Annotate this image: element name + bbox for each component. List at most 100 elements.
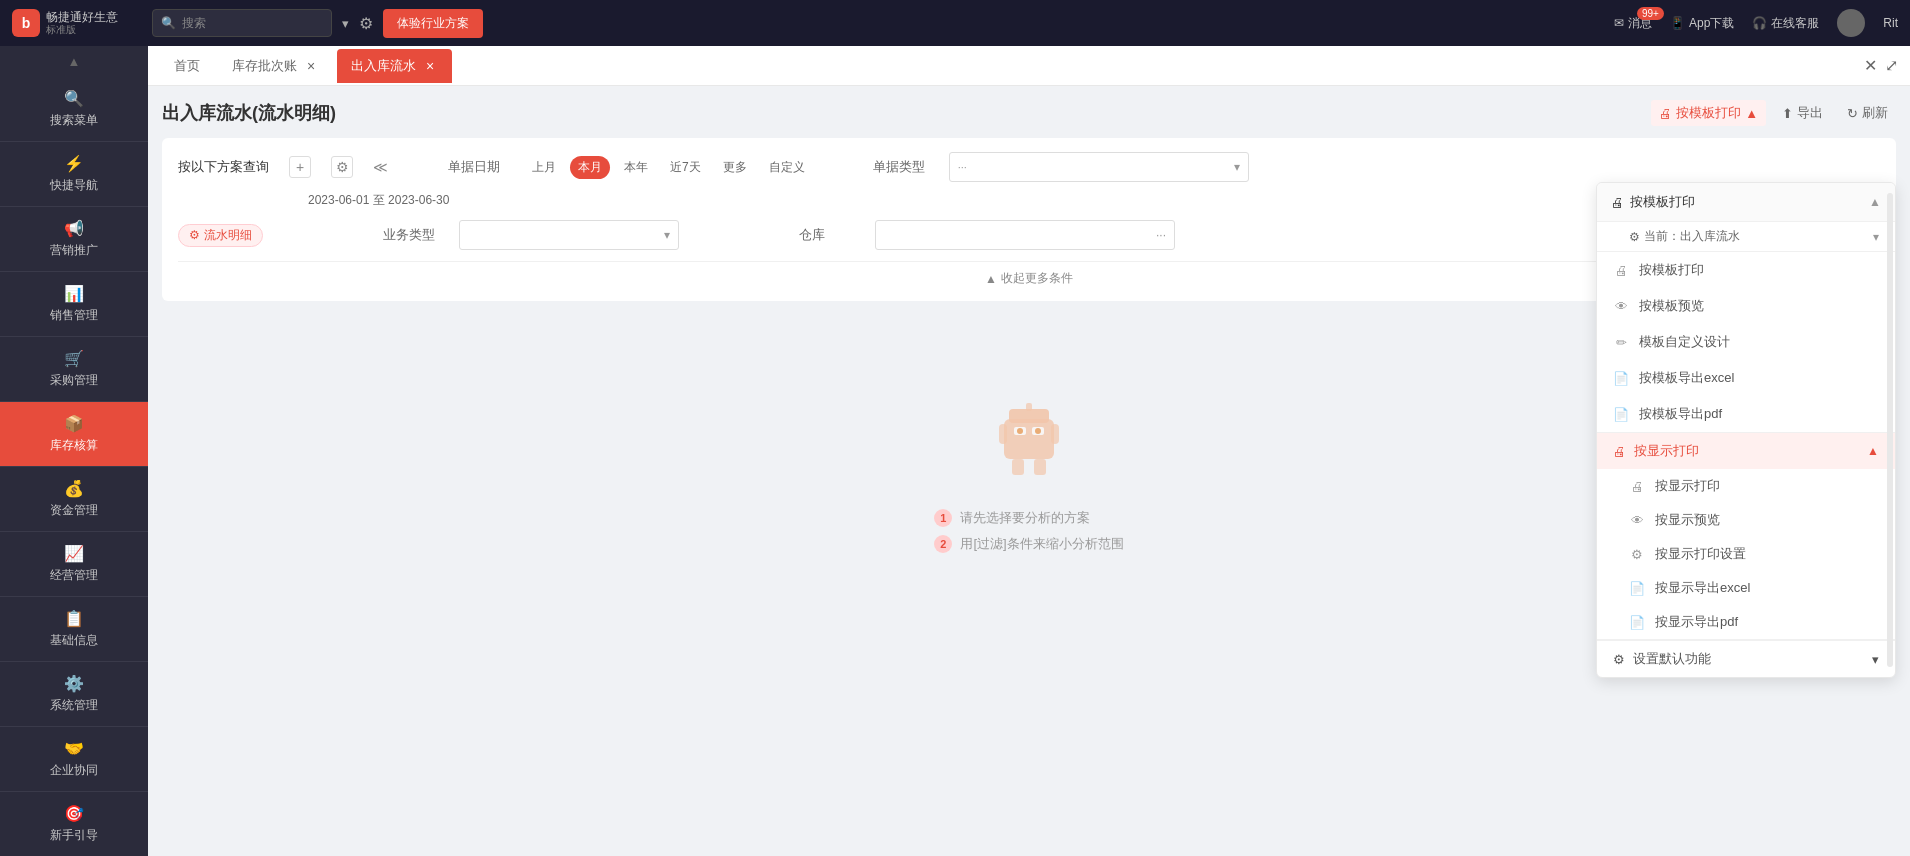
doc-type-select[interactable]: ··· ▾ bbox=[949, 152, 1249, 182]
sidebar-item-newbie[interactable]: 🎯 新手引导 bbox=[0, 792, 148, 856]
filter-settings-button[interactable]: ⚙ bbox=[331, 156, 353, 178]
display-section-arrow: ▲ bbox=[1867, 444, 1879, 458]
finance-icon: 💰 bbox=[64, 479, 84, 498]
dropdown-item-display-pdf[interactable]: 📄 按显示导出pdf bbox=[1597, 605, 1895, 639]
filter-add-button[interactable]: + bbox=[289, 156, 311, 178]
template-print-item-icon: 🖨 bbox=[1613, 262, 1629, 278]
header-search-box[interactable]: 🔍 搜索 bbox=[152, 9, 332, 37]
sidebar-item-system[interactable]: ⚙️ 系统管理 bbox=[0, 662, 148, 727]
date-tab-last-month[interactable]: 上月 bbox=[524, 156, 564, 179]
dropdown-item-display-excel[interactable]: 📄 按显示导出excel bbox=[1597, 571, 1895, 605]
svg-rect-0 bbox=[1004, 419, 1054, 459]
username-label: Rit bbox=[1883, 16, 1898, 30]
filter-collapse-button[interactable]: ≪ bbox=[373, 159, 388, 175]
online-service-button[interactable]: 🎧 在线客服 bbox=[1752, 15, 1819, 32]
collapse-more-button[interactable]: ▲ 收起更多条件 bbox=[985, 270, 1073, 287]
printer-icon: 🖨 bbox=[1659, 106, 1672, 121]
display-preview-icon: 👁 bbox=[1629, 512, 1645, 528]
dropdown-item-template-pdf[interactable]: 📄 按模板导出pdf bbox=[1597, 396, 1895, 432]
sidebar-item-sales[interactable]: 📊 销售管理 bbox=[0, 272, 148, 337]
business-type-select[interactable]: ▾ bbox=[459, 220, 679, 250]
date-field-label: 单据日期 bbox=[448, 158, 504, 176]
sidebar-item-purchase[interactable]: 🛒 采购管理 bbox=[0, 337, 148, 402]
export-button[interactable]: ⬆ 导出 bbox=[1774, 100, 1831, 126]
svg-rect-4 bbox=[1026, 403, 1032, 411]
dropdown-scrollbar[interactable] bbox=[1887, 193, 1893, 667]
marketing-icon: 📢 bbox=[64, 219, 84, 238]
quick-nav-icon: ⚡ bbox=[64, 154, 84, 173]
content-area: 首页 库存批次账 × 出入库流水 × ✕ ⤢ 出入库流水(流水明细) bbox=[148, 46, 1910, 856]
dropdown-item-display-print[interactable]: 🖨 按显示打印 bbox=[1597, 469, 1895, 503]
template-custom-icon: ✏ bbox=[1613, 334, 1629, 350]
header-settings-icon[interactable]: ⚙ bbox=[359, 14, 373, 33]
date-tab-this-month[interactable]: 本月 bbox=[570, 156, 610, 179]
template-print-button[interactable]: 🖨 按模板打印 ▲ bbox=[1651, 100, 1766, 126]
dropdown-set-default-button[interactable]: ⚙ 设置默认功能 ▾ bbox=[1597, 641, 1895, 677]
tab-close-all-icon[interactable]: ✕ bbox=[1864, 56, 1877, 75]
dropdown-section-display-header[interactable]: 🖨 按显示打印 ▲ bbox=[1597, 433, 1895, 469]
doc-type-label: 单据类型 bbox=[873, 158, 929, 176]
message-button[interactable]: ✉ 消息 99+ bbox=[1614, 15, 1652, 32]
date-tab-custom[interactable]: 自定义 bbox=[761, 156, 813, 179]
sidebar-item-marketing[interactable]: 📢 营销推广 bbox=[0, 207, 148, 272]
sidebar-scroll-up[interactable]: ▲ bbox=[0, 46, 148, 77]
warehouse-label: 仓库 bbox=[799, 226, 855, 244]
dropdown-item-display-preview[interactable]: 👁 按显示预览 bbox=[1597, 503, 1895, 537]
dropdown-item-template-print[interactable]: 🖨 按模板打印 bbox=[1597, 252, 1895, 288]
warehouse-select[interactable]: ··· bbox=[875, 220, 1175, 250]
refresh-button[interactable]: ↻ 刷新 bbox=[1839, 100, 1896, 126]
dropdown-item-template-custom[interactable]: ✏ 模板自定义设计 bbox=[1597, 324, 1895, 360]
date-tab-more[interactable]: 更多 bbox=[715, 156, 755, 179]
phone-icon: 📱 bbox=[1670, 16, 1685, 30]
dropdown-current-label: ⚙ 当前：出入库流水 ▾ bbox=[1597, 222, 1895, 251]
sidebar-item-inventory[interactable]: 📦 库存核算 bbox=[0, 402, 148, 467]
sidebar-item-basic-info[interactable]: 📋 基础信息 bbox=[0, 597, 148, 662]
refresh-icon: ↻ bbox=[1847, 106, 1858, 121]
sidebar-item-finance[interactable]: 💰 资金管理 bbox=[0, 467, 148, 532]
empty-steps: 1 请先选择要分析的方案 2 用[过滤]条件来缩小分析范围 bbox=[934, 509, 1123, 553]
search-icon: 🔍 bbox=[161, 16, 176, 30]
svg-rect-7 bbox=[1012, 459, 1024, 475]
trial-button[interactable]: 体验行业方案 bbox=[383, 9, 483, 38]
app-download-button[interactable]: 📱 App下载 bbox=[1670, 15, 1734, 32]
filter-chip-flow[interactable]: ⚙ 流水明细 bbox=[178, 224, 263, 247]
svg-rect-3 bbox=[1009, 409, 1049, 423]
user-avatar[interactable] bbox=[1837, 9, 1865, 37]
sidebar-item-cooperation[interactable]: 🤝 企业协同 bbox=[0, 727, 148, 792]
main-layout: ▲ 🔍 搜索菜单 ⚡ 快捷导航 📢 营销推广 📊 销售管理 🛒 采购管理 📦 库… bbox=[0, 46, 1910, 856]
dropdown-header: 🖨 按模板打印 ▲ bbox=[1597, 183, 1895, 222]
svg-point-10 bbox=[1035, 428, 1041, 434]
sidebar-item-quick-nav[interactable]: ⚡ 快捷导航 bbox=[0, 142, 148, 207]
tab-maximize-icon[interactable]: ⤢ bbox=[1885, 56, 1898, 75]
date-tab-7days[interactable]: 近7天 bbox=[662, 156, 709, 179]
dropdown-item-display-print-settings[interactable]: ⚙ 按显示打印设置 bbox=[1597, 537, 1895, 571]
basic-info-icon: 📋 bbox=[64, 609, 84, 628]
message-badge: 99+ bbox=[1637, 7, 1664, 20]
page-content: 出入库流水(流水明细) 🖨 按模板打印 ▲ ⬆ 导出 ↻ 刷新 bbox=[148, 86, 1910, 856]
svg-point-9 bbox=[1017, 428, 1023, 434]
dropdown-item-template-preview[interactable]: 👁 按模板预览 bbox=[1597, 288, 1895, 324]
svg-rect-8 bbox=[1034, 459, 1046, 475]
dropdown-item-template-excel[interactable]: 📄 按模板导出excel bbox=[1597, 360, 1895, 396]
date-filter: 上月 本月 本年 近7天 更多 自定义 bbox=[524, 156, 813, 179]
operations-icon: 📈 bbox=[64, 544, 84, 563]
dropdown-collapse-arrow[interactable]: ▲ bbox=[1869, 195, 1881, 209]
page-actions-right: 🖨 按模板打印 ▲ ⬆ 导出 ↻ 刷新 bbox=[1651, 100, 1896, 126]
tab-home[interactable]: 首页 bbox=[160, 49, 214, 83]
tab-batch-account-close[interactable]: × bbox=[303, 58, 319, 74]
newbie-icon: 🎯 bbox=[64, 804, 84, 823]
system-icon: ⚙️ bbox=[64, 674, 84, 693]
header-search-dropdown[interactable]: ▾ bbox=[342, 16, 349, 31]
tab-flow-close[interactable]: × bbox=[422, 58, 438, 74]
sidebar-item-operations[interactable]: 📈 经营管理 bbox=[0, 532, 148, 597]
tab-batch-account[interactable]: 库存批次账 × bbox=[218, 49, 333, 83]
template-excel-icon: 📄 bbox=[1613, 370, 1629, 386]
business-type-label: 业务类型 bbox=[383, 226, 439, 244]
template-pdf-icon: 📄 bbox=[1613, 406, 1629, 422]
set-default-arrow: ▾ bbox=[1872, 652, 1879, 667]
date-tab-this-year[interactable]: 本年 bbox=[616, 156, 656, 179]
tab-flow[interactable]: 出入库流水 × bbox=[337, 49, 452, 83]
sidebar-item-search[interactable]: 🔍 搜索菜单 bbox=[0, 77, 148, 142]
filter-settings-icon: ⚙ bbox=[336, 159, 349, 175]
empty-step-1: 1 请先选择要分析的方案 bbox=[934, 509, 1123, 527]
